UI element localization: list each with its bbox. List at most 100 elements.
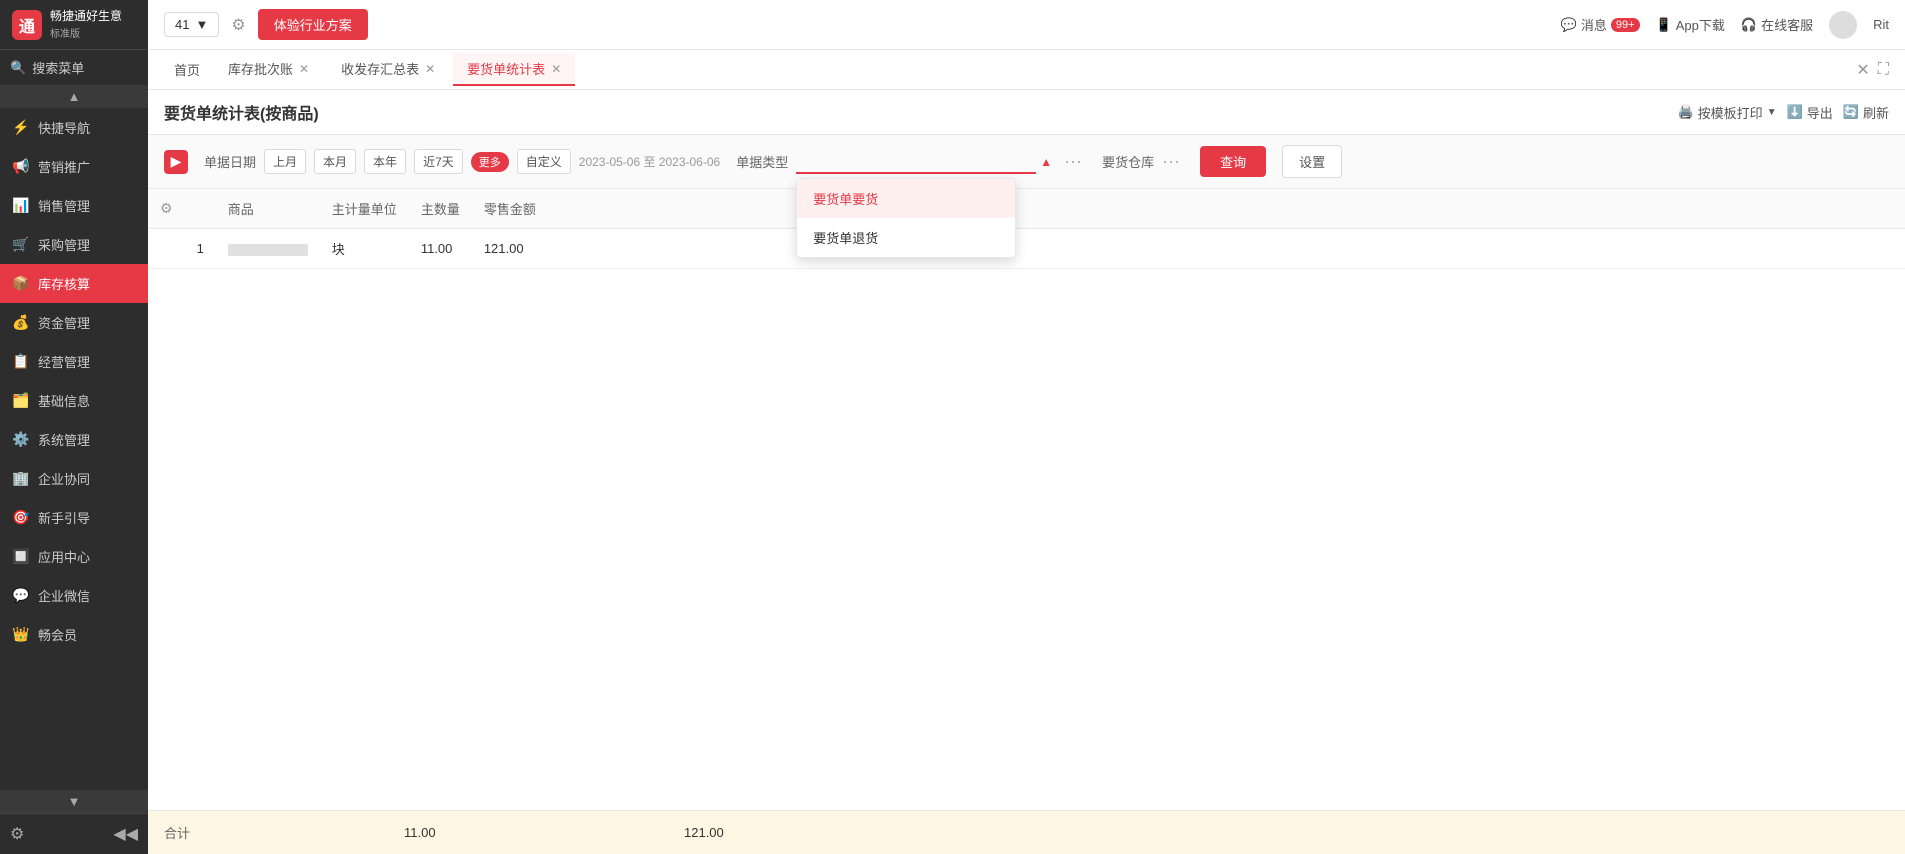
store-selector[interactable]: 41 ▼	[164, 12, 219, 37]
date-range-display: 2023-05-06 至 2023-06-06	[579, 153, 720, 170]
messages-label: 消息	[1581, 15, 1607, 34]
date-btn-7days[interactable]: 近7天	[414, 149, 463, 174]
inventory-icon: 📦	[12, 275, 30, 293]
row-amount: 121.00	[472, 229, 548, 269]
col-settings[interactable]: ⚙	[148, 189, 185, 229]
sidebar-item-vip[interactable]: 👑 畅会员	[0, 615, 148, 654]
trial-btn[interactable]: 体验行业方案	[258, 9, 368, 40]
sidebar-item-enterprise[interactable]: 🏢 企业协同	[0, 459, 148, 498]
export-btn[interactable]: ⬇️ 导出	[1787, 103, 1833, 122]
type-input-wrap: ▲ 要货单要货 要货单退货	[796, 149, 1052, 174]
tab-receipt-summary[interactable]: 收发存汇总表 ✕	[327, 53, 449, 86]
tab-label: 库存批次账	[228, 59, 293, 78]
type-filter-label: 单据类型	[736, 152, 788, 171]
export-icon: ⬇️	[1787, 104, 1803, 120]
search-icon: 🔍	[10, 60, 26, 76]
online-service-label: 在线客服	[1761, 15, 1813, 34]
table-wrap: ⚙ 商品 主计量单位 主数量 零售金额 1	[148, 189, 1905, 810]
sidebar-footer: ⚙ ◀◀	[0, 813, 148, 854]
app-download-action[interactable]: 📱 App下载	[1656, 15, 1725, 34]
sidebar-item-appstore[interactable]: 🔲 应用中心	[0, 537, 148, 576]
sidebar-item-basic[interactable]: 🗂️ 基础信息	[0, 381, 148, 420]
sidebar-item-operations[interactable]: 📋 经营管理	[0, 342, 148, 381]
collapse-icon[interactable]: ◀◀	[113, 824, 138, 844]
tab-close-order-stats[interactable]: ✕	[551, 62, 561, 76]
print-label: 按模板打印	[1698, 103, 1763, 122]
sidebar-item-label: 系统管理	[38, 430, 90, 449]
nav-list: ⚡ 快捷导航 📢 营销推广 📊 销售管理 🛒 采购管理 📦 库存核算 💰 资金管…	[0, 108, 148, 790]
close-all-icon[interactable]: ✕	[1856, 60, 1869, 80]
system-icon: ⚙️	[12, 431, 30, 449]
type-filter-input[interactable]	[796, 149, 1036, 174]
type-dropdown-arrow[interactable]: ▲	[1040, 155, 1052, 169]
sidebar-item-label: 畅会员	[38, 625, 77, 644]
table-settings-icon[interactable]: ⚙	[160, 200, 173, 216]
header-settings-icon[interactable]: ⚙	[231, 15, 245, 35]
warehouse-filter-dots[interactable]: ···	[1162, 151, 1180, 172]
user-name: Rit	[1873, 17, 1889, 32]
row-settings-cell	[148, 229, 185, 269]
date-btn-last-month[interactable]: 上月	[264, 149, 306, 174]
date-btn-this-year[interactable]: 本年	[364, 149, 406, 174]
sidebar: 通 畅捷通好生意 标准版 🔍 搜索菜单 ▲ ⚡ 快捷导航 📢 营销推广 📊 销售…	[0, 0, 148, 854]
tab-close-batch-account[interactable]: ✕	[299, 62, 309, 76]
tabs-bar: 首页 库存批次账 ✕ 收发存汇总表 ✕ 要货单统计表 ✕ ✕ ⛶	[148, 50, 1905, 90]
dropdown-item-order-goods[interactable]: 要货单要货	[797, 179, 1015, 218]
scroll-down-btn[interactable]: ▼	[0, 790, 148, 813]
col-quantity: 主数量	[409, 189, 472, 229]
marketing-icon: 📢	[12, 158, 30, 176]
enterprise-icon: 🏢	[12, 470, 30, 488]
type-filter-group: 单据类型 ▲ 要货单要货 要货单退货 ···	[736, 149, 1086, 174]
fullscreen-icon[interactable]: ⛶	[1878, 61, 1889, 79]
quick-nav-icon: ⚡	[12, 119, 30, 137]
sidebar-item-label: 企业协同	[38, 469, 90, 488]
settings-icon[interactable]: ⚙	[10, 824, 24, 844]
tab-order-stats[interactable]: 要货单统计表 ✕	[453, 53, 575, 86]
sidebar-item-sales[interactable]: 📊 销售管理	[0, 186, 148, 225]
filter-toggle-btn[interactable]: ▶	[164, 150, 188, 174]
sidebar-item-system[interactable]: ⚙️ 系统管理	[0, 420, 148, 459]
logo-icon: 通	[12, 10, 42, 40]
warehouse-filter-group: 要货仓库 ···	[1102, 151, 1184, 172]
sidebar-item-quick-nav[interactable]: ⚡ 快捷导航	[0, 108, 148, 147]
dropdown-item-order-return[interactable]: 要货单退货	[797, 218, 1015, 257]
header-left: 41 ▼ ⚙ 体验行业方案	[164, 9, 368, 40]
tab-label: 要货单统计表	[467, 59, 545, 78]
set-btn[interactable]: 设置	[1282, 145, 1342, 178]
date-btn-custom[interactable]: 自定义	[517, 149, 571, 174]
refresh-btn[interactable]: 🔄 刷新	[1843, 103, 1889, 122]
sidebar-item-purchase[interactable]: 🛒 采购管理	[0, 225, 148, 264]
sidebar-item-finance[interactable]: 💰 资金管理	[0, 303, 148, 342]
purchase-icon: 🛒	[12, 236, 30, 254]
more-date-btn[interactable]: 更多	[471, 152, 509, 172]
export-label: 导出	[1807, 103, 1833, 122]
scroll-up-btn[interactable]: ▲	[0, 85, 148, 108]
date-btn-this-month[interactable]: 本月	[314, 149, 356, 174]
type-filter-dots[interactable]: ···	[1064, 151, 1082, 172]
search-menu[interactable]: 🔍 搜索菜单	[0, 50, 148, 85]
tab-close-receipt-summary[interactable]: ✕	[425, 62, 435, 76]
col-product: 商品	[216, 189, 320, 229]
sidebar-item-wechat[interactable]: 💬 企业微信	[0, 576, 148, 615]
table-header-row: ⚙ 商品 主计量单位 主数量 零售金额	[148, 189, 1905, 229]
warehouse-filter-label: 要货仓库	[1102, 152, 1154, 171]
tab-home[interactable]: 首页	[164, 54, 210, 85]
row-quantity: 11.00	[409, 229, 472, 269]
sidebar-item-label: 企业微信	[38, 586, 90, 605]
sidebar-item-label: 库存核算	[38, 274, 90, 293]
row-no: 1	[185, 229, 216, 269]
guide-icon: 🎯	[12, 509, 30, 527]
col-unit: 主计量单位	[320, 189, 409, 229]
sidebar-item-guide[interactable]: 🎯 新手引导	[0, 498, 148, 537]
print-btn[interactable]: 🖨️ 按模板打印 ▼	[1677, 103, 1776, 122]
tab-batch-account[interactable]: 库存批次账 ✕	[214, 53, 323, 86]
user-avatar[interactable]	[1829, 11, 1857, 39]
refresh-icon: 🔄	[1843, 104, 1859, 120]
sidebar-item-inventory[interactable]: 📦 库存核算	[0, 264, 148, 303]
sidebar-item-label: 营销推广	[38, 157, 90, 176]
search-btn[interactable]: 查询	[1200, 146, 1266, 177]
page-title: 要货单统计表(按商品)	[164, 100, 319, 124]
sidebar-item-marketing[interactable]: 📢 营销推广	[0, 147, 148, 186]
online-service-action[interactable]: 🎧 在线客服	[1741, 15, 1813, 34]
messages-action[interactable]: 💬 消息 99+	[1561, 15, 1640, 34]
